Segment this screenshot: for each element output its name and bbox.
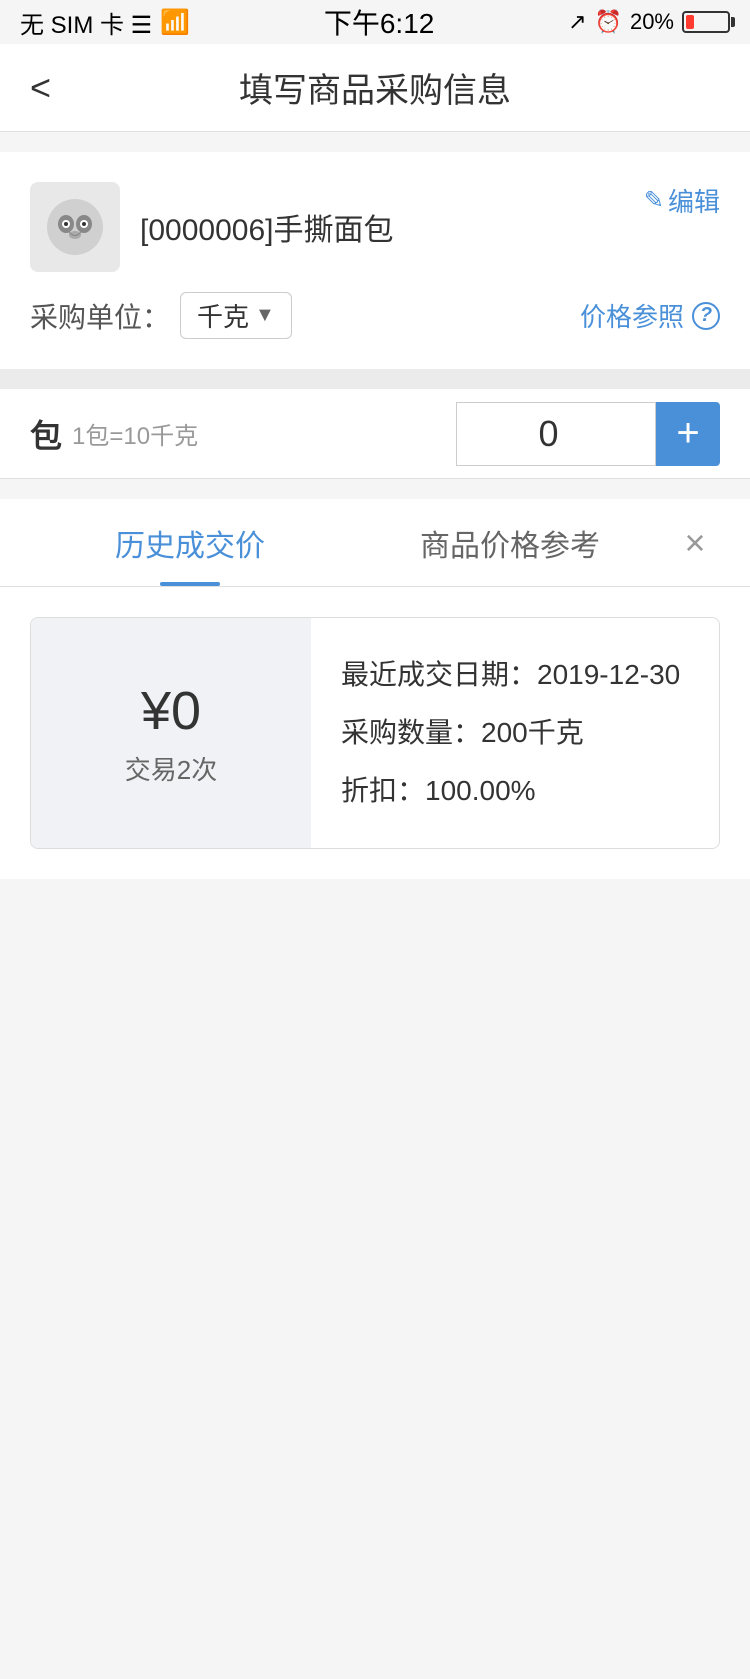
purchase-qty-value: 200千克	[481, 717, 584, 748]
recent-date-row: 最近成交日期：2019-12-30	[341, 654, 689, 696]
price-amount: ¥0	[141, 680, 201, 742]
wifi-icon: 📶	[160, 8, 190, 37]
header: < 填写商品采购信息	[0, 44, 750, 132]
quantity-plus-button[interactable]: +	[656, 402, 720, 466]
alarm-icon: ⏰	[595, 9, 622, 35]
tab-price-reference[interactable]: 商品价格参考	[350, 499, 670, 586]
tabs: 历史成交价 商品价格参考 ×	[0, 499, 750, 587]
unit-name: 包	[30, 411, 62, 457]
bottom-panel: 历史成交价 商品价格参考 × ¥0 交易2次 最近成交日期：2019-12-30…	[0, 499, 750, 879]
sim-status: 无 SIM 卡 ☰	[20, 5, 152, 40]
purchase-qty-row: 采购数量：200千克	[341, 712, 689, 754]
recent-date-value: 2019-12-30	[537, 659, 680, 690]
unit-value: 千克	[197, 297, 249, 334]
edit-button[interactable]: ✎ 编辑	[644, 182, 720, 219]
quantity-label: 包 1包=10千克	[30, 411, 198, 457]
product-name: [0000006]手撕面包	[140, 205, 393, 249]
page-background	[0, 879, 750, 1679]
status-bar: 无 SIM 卡 ☰ 📶 下午6:12 ↗ ⏰ 20%	[0, 0, 750, 44]
recent-date-label: 最近成交日期：	[341, 659, 537, 690]
status-right: ↗ ⏰ 20%	[568, 9, 730, 35]
unit-conversion: 1包=10千克	[72, 416, 198, 451]
price-reference-button[interactable]: 价格参照 ?	[580, 297, 720, 334]
status-left: 无 SIM 卡 ☰ 📶	[20, 5, 190, 40]
status-time: 下午6:12	[324, 2, 435, 42]
tab-history-price[interactable]: 历史成交价	[30, 499, 350, 586]
quantity-input[interactable]	[456, 402, 656, 466]
info-icon: ?	[692, 302, 720, 330]
tab-close-button[interactable]: ×	[670, 518, 720, 568]
product-image	[30, 182, 120, 272]
unit-select[interactable]: 千克 ▼	[180, 292, 292, 339]
section-divider	[0, 369, 750, 389]
discount-row: 折扣：100.00%	[341, 770, 689, 812]
unit-label: 采购单位：	[30, 296, 170, 336]
page-title: 填写商品采购信息	[239, 63, 511, 112]
price-transactions: 交易2次	[125, 750, 217, 787]
product-left: [0000006]手撕面包	[30, 182, 393, 272]
dropdown-arrow-icon: ▼	[255, 304, 275, 327]
price-details: 最近成交日期：2019-12-30 采购数量：200千克 折扣：100.00%	[311, 618, 719, 848]
back-button[interactable]: <	[20, 57, 61, 119]
quantity-row: 包 1包=10千克 +	[0, 389, 750, 479]
discount-label: 折扣：	[341, 775, 425, 806]
discount-value: 100.00%	[425, 775, 536, 806]
battery-icon	[682, 11, 730, 33]
quantity-controls: +	[456, 402, 720, 466]
product-bottom: 采购单位： 千克 ▼ 价格参照 ?	[30, 292, 720, 339]
price-card: ¥0 交易2次 最近成交日期：2019-12-30 采购数量：200千克 折扣：…	[30, 617, 720, 849]
purchase-qty-label: 采购数量：	[341, 717, 481, 748]
battery-percent: 20%	[630, 9, 674, 35]
price-ref-label: 价格参照	[580, 297, 684, 334]
price-card-content: ¥0 交易2次 最近成交日期：2019-12-30 采购数量：200千克 折扣：…	[0, 587, 750, 879]
product-card: [0000006]手撕面包 ✎ 编辑 采购单位： 千克 ▼ 价格参照 ?	[0, 152, 750, 369]
unit-row: 采购单位： 千克 ▼	[30, 292, 292, 339]
location-icon: ↗	[568, 9, 586, 35]
price-summary: ¥0 交易2次	[31, 618, 311, 848]
edit-label: 编辑	[668, 182, 720, 219]
product-top: [0000006]手撕面包 ✎ 编辑	[30, 182, 720, 272]
edit-icon: ✎	[644, 186, 664, 215]
tab-price-ref-label: 商品价格参考	[420, 521, 600, 565]
tab-history-label: 历史成交价	[115, 521, 265, 565]
